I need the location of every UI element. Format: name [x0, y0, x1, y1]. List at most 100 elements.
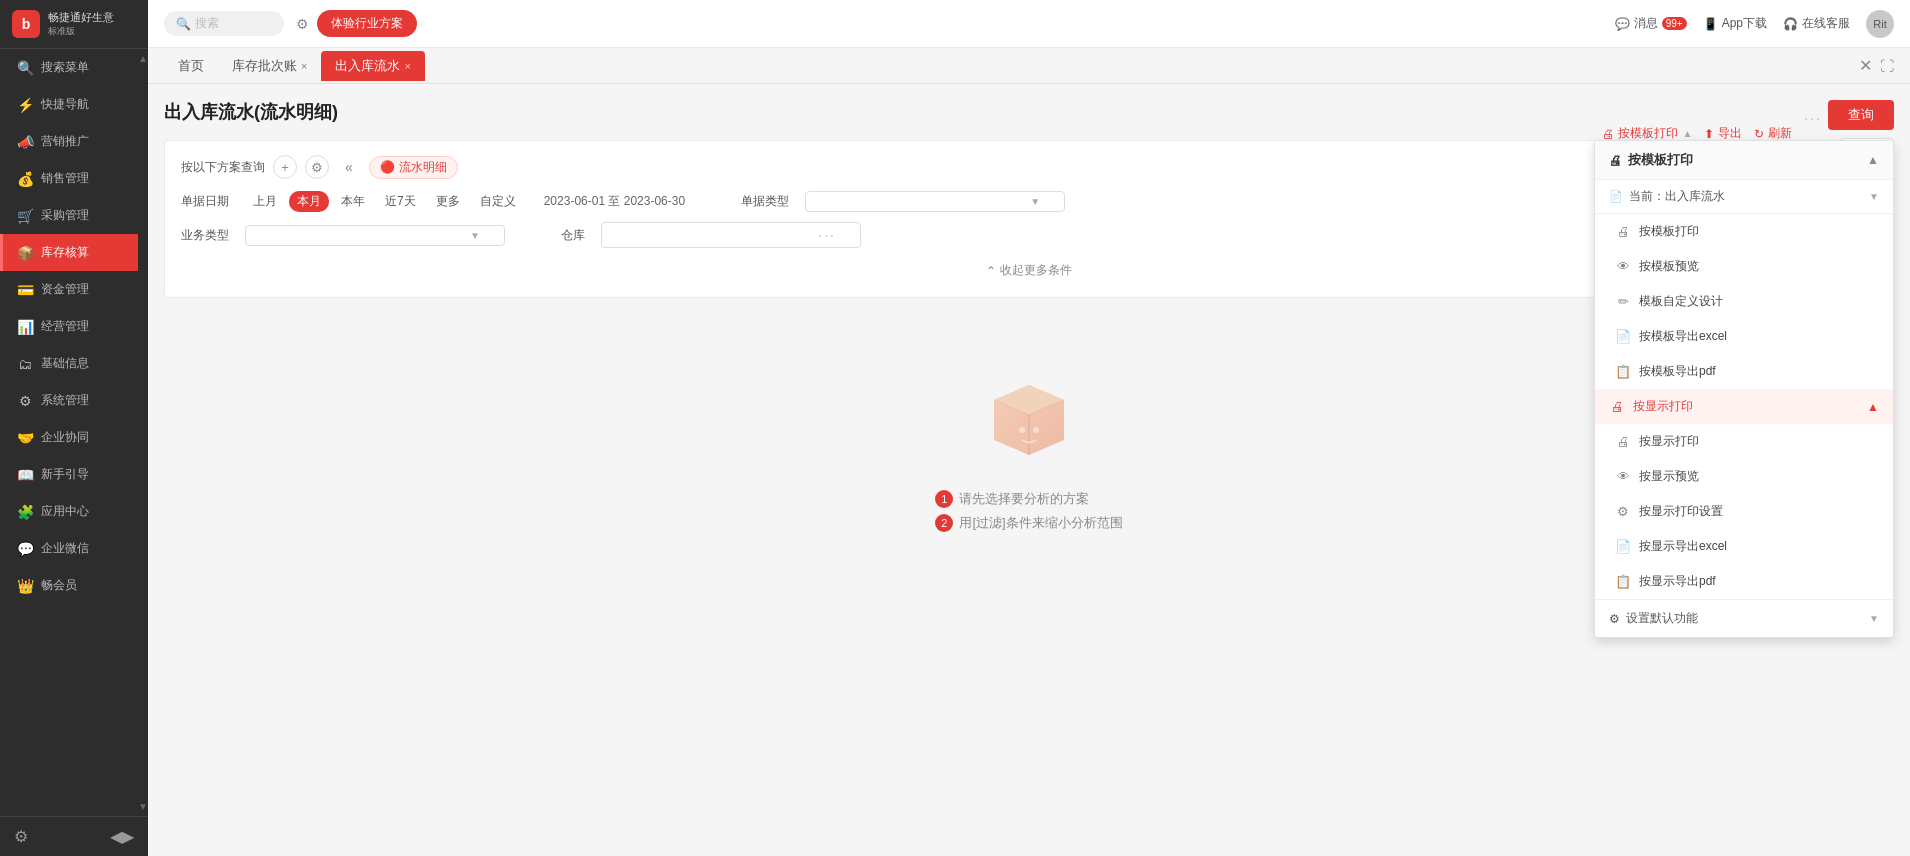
step-2-num: 2: [935, 514, 953, 532]
sidebar-item-quick-nav[interactable]: ⚡ 快捷导航: [0, 86, 138, 123]
dropdown-item-display-print[interactable]: 🖨 按显示打印: [1595, 424, 1893, 459]
message-badge: 99+: [1662, 17, 1687, 30]
quick-nav-icon: ⚡: [17, 97, 33, 113]
dropdown-item-template-print[interactable]: 🖨 按模板打印: [1595, 214, 1893, 249]
dropdown-item-template-preview[interactable]: 👁 按模板预览: [1595, 249, 1893, 284]
dropdown-item-template-pdf[interactable]: 📋 按模板导出pdf: [1595, 354, 1893, 389]
tab-flow[interactable]: 出入库流水 ×: [321, 51, 424, 81]
page-actions: 🖨 按模板打印 ▲ ⬆ 导出 ↻ 刷新 🖨 按模板打印: [1602, 100, 1894, 167]
app-logo: b 畅捷通好生意 标准版: [0, 0, 148, 49]
settings-footer-icon[interactable]: ⚙: [14, 827, 28, 846]
warehouse-more-icon[interactable]: ···: [818, 227, 836, 243]
app-download-action[interactable]: 📱 App下载: [1703, 15, 1767, 32]
dropdown-item-display-preview[interactable]: 👁 按显示预览: [1595, 459, 1893, 494]
date-btn-this-month[interactable]: 本月: [289, 191, 329, 212]
message-icon: 💬: [1615, 17, 1630, 31]
sidebar-item-inventory[interactable]: 📦 库存核算: [0, 234, 138, 271]
sidebar-item-finance[interactable]: 💳 资金管理: [0, 271, 138, 308]
dropdown-title: 🖨 按模板打印: [1609, 151, 1693, 169]
filter-biz-type-select[interactable]: ▼: [245, 225, 505, 246]
dropdown-header: 🖨 按模板打印 ▲: [1595, 141, 1893, 180]
sidebar-item-search[interactable]: 🔍 搜索菜单: [0, 49, 138, 86]
display-excel-icon: 📄: [1615, 539, 1631, 554]
date-btn-last-month[interactable]: 上月: [245, 191, 285, 212]
display-settings-icon: ⚙: [1615, 504, 1631, 519]
template-excel-icon: 📄: [1615, 329, 1631, 344]
sidebar-item-guide[interactable]: 📖 新手引导: [0, 456, 138, 493]
tab-batch-close[interactable]: ×: [301, 60, 307, 72]
tabbar-right: ✕ ⛶: [1859, 56, 1894, 75]
dropdown-footer[interactable]: ⚙ 设置默认功能 ▼: [1595, 599, 1893, 637]
filter-doc-type-label: 单据类型: [741, 193, 789, 210]
sidebar-item-basic[interactable]: 🗂 基础信息: [0, 345, 138, 382]
logo-icon: b: [12, 10, 40, 38]
topbar-right: 💬 消息 99+ 📱 App下载 🎧 在线客服 Rit: [1615, 10, 1894, 38]
more-options-btn[interactable]: ...: [1804, 107, 1822, 123]
sidebar-scrollbar: ▲ ▼: [138, 49, 148, 816]
filter-collapse-btn[interactable]: «: [337, 155, 361, 179]
tab-home[interactable]: 首页: [164, 51, 218, 81]
filter-date-label: 单据日期: [181, 193, 229, 210]
dropdown-sub-arrow-icon[interactable]: ▼: [1869, 191, 1879, 202]
cooperation-icon: 🤝: [17, 430, 33, 446]
refresh-icon: ↻: [1754, 127, 1764, 141]
sidebar-item-system[interactable]: ⚙ 系统管理: [0, 382, 138, 419]
query-button[interactable]: 查询: [1828, 100, 1894, 130]
footer-settings-icon: ⚙: [1609, 612, 1620, 626]
template-custom-icon: ✏: [1615, 294, 1631, 309]
empty-box-illustration: [979, 370, 1079, 470]
main-area: 🔍 搜索 ⚙ 体验行业方案 💬 消息 99+ 📱 App下载 🎧 在线客服 Ri…: [148, 0, 1910, 856]
sidebar-scroll-down[interactable]: ▼: [138, 801, 148, 812]
sidebar-item-purchase[interactable]: 🛒 采购管理: [0, 197, 138, 234]
user-avatar[interactable]: Rit: [1866, 10, 1894, 38]
sidebar-item-app-center[interactable]: 🧩 应用中心: [0, 493, 138, 530]
dropdown-item-display-settings[interactable]: ⚙ 按显示打印设置: [1595, 494, 1893, 529]
sidebar-item-member[interactable]: 👑 畅会员: [0, 567, 138, 604]
date-btn-this-year[interactable]: 本年: [333, 191, 373, 212]
tabbar-close-all[interactable]: ✕: [1859, 56, 1872, 75]
dropdown-item-display-pdf[interactable]: 📋 按显示导出pdf: [1595, 564, 1893, 599]
dropdown-item-template-custom[interactable]: ✏ 模板自定义设计: [1595, 284, 1893, 319]
filter-tag-shuimingxi[interactable]: 🔴 流水明细: [369, 156, 458, 179]
online-service-action[interactable]: 🎧 在线客服: [1783, 15, 1850, 32]
inventory-icon: 📦: [17, 245, 33, 261]
filter-tag-icon: 🔴: [380, 160, 395, 174]
dropdown-display-section-header[interactable]: 🖨 按显示打印 ▲: [1595, 389, 1893, 424]
filter-warehouse-select[interactable]: ···: [601, 222, 861, 248]
dropdown-item-display-excel[interactable]: 📄 按显示导出excel: [1595, 529, 1893, 564]
message-action[interactable]: 💬 消息 99+: [1615, 15, 1687, 32]
footer-arrow-icon: ▼: [1869, 613, 1879, 624]
empty-step-2: 2 用[过滤]条件来缩小分析范围: [935, 514, 1122, 532]
trial-button[interactable]: 体验行业方案: [317, 10, 417, 37]
tab-batch[interactable]: 库存批次账 ×: [218, 51, 321, 81]
sidebar-item-sales[interactable]: 💰 销售管理: [0, 160, 138, 197]
filter-date-range: 2023-06-01 至 2023-06-30: [544, 193, 685, 210]
topbar-gear-icon[interactable]: ⚙: [296, 16, 309, 32]
date-btn-custom[interactable]: 自定义: [472, 191, 524, 212]
filter-settings-btn[interactable]: ⚙: [305, 155, 329, 179]
topbar-search-box[interactable]: 🔍 搜索: [164, 11, 284, 36]
collapse-sidebar-icon[interactable]: ◀▶: [110, 827, 134, 846]
purchase-icon: 🛒: [17, 208, 33, 224]
sidebar-item-wechat[interactable]: 💬 企业微信: [0, 530, 138, 567]
sidebar-scroll-up[interactable]: ▲: [138, 53, 148, 64]
sidebar-item-cooperation[interactable]: 🤝 企业协同: [0, 419, 138, 456]
doc-type-arrow-icon: ▼: [1030, 196, 1040, 207]
display-preview-icon: 👁: [1615, 469, 1631, 484]
sidebar-item-operation[interactable]: 📊 经营管理: [0, 308, 138, 345]
member-icon: 👑: [17, 578, 33, 594]
tabbar-expand[interactable]: ⛶: [1880, 58, 1894, 74]
empty-steps: 1 请先选择要分析的方案 2 用[过滤]条件来缩小分析范围: [935, 490, 1122, 538]
date-btn-more[interactable]: 更多: [428, 191, 468, 212]
dropdown-item-template-excel[interactable]: 📄 按模板导出excel: [1595, 319, 1893, 354]
filter-add-btn[interactable]: +: [273, 155, 297, 179]
dropdown-collapse-btn[interactable]: ▲: [1867, 153, 1879, 167]
tab-flow-close[interactable]: ×: [404, 60, 410, 72]
template-icon: 📄: [1609, 190, 1623, 203]
date-btn-7days[interactable]: 近7天: [377, 191, 424, 212]
search-icon: 🔍: [176, 17, 191, 31]
dropdown-print-icon: 🖨: [1609, 153, 1622, 168]
sidebar-item-marketing[interactable]: 📣 营销推广: [0, 123, 138, 160]
message-label: 消息: [1634, 15, 1658, 32]
filter-doc-type-select[interactable]: ▼: [805, 191, 1065, 212]
